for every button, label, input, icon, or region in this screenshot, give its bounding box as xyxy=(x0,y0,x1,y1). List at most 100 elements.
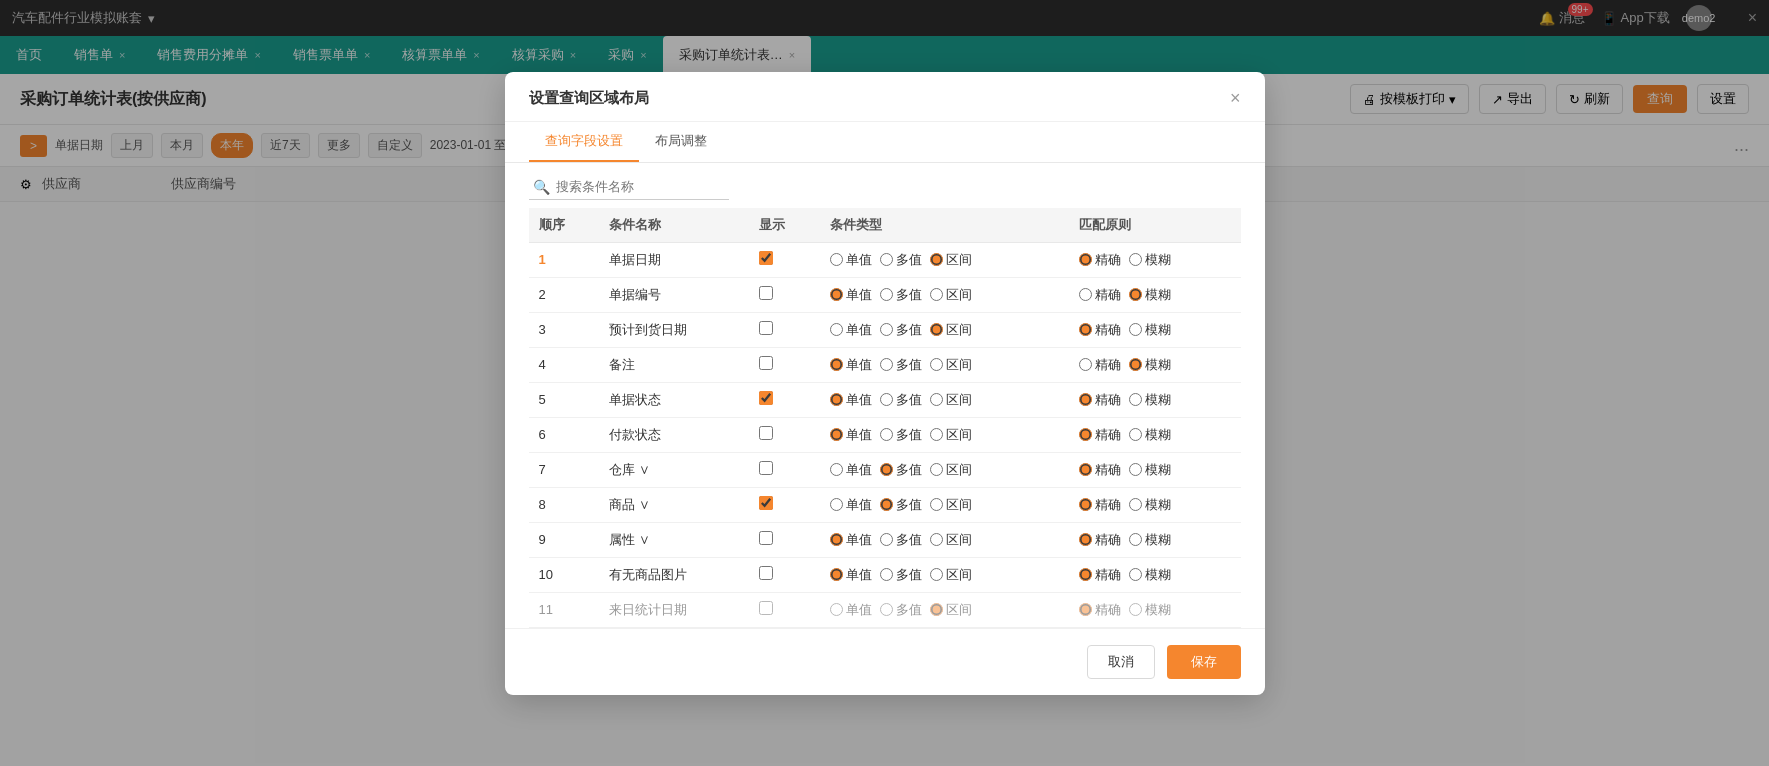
radio-type-单值[interactable]: 单值 xyxy=(830,356,872,374)
radio-type-单值[interactable]: 单值 xyxy=(830,426,872,444)
radio-rule-精确[interactable]: 精确 xyxy=(1079,461,1121,479)
save-button[interactable]: 保存 xyxy=(1167,645,1241,679)
cell-match-rule[interactable]: 精确模糊 xyxy=(1069,487,1241,522)
cell-condition-type[interactable]: 单值多值区间 xyxy=(820,487,1069,522)
display-checkbox[interactable] xyxy=(759,566,773,580)
cell-display[interactable] xyxy=(749,382,820,417)
radio-rule-模糊[interactable]: 模糊 xyxy=(1129,391,1171,409)
cell-match-rule[interactable]: 精确模糊 xyxy=(1069,242,1241,277)
cell-match-rule[interactable]: 精确模糊 xyxy=(1069,312,1241,347)
search-box[interactable]: 🔍 xyxy=(529,175,729,200)
cell-display[interactable] xyxy=(749,242,820,277)
cell-match-rule[interactable]: 精确模糊 xyxy=(1069,417,1241,452)
cell-match-rule[interactable]: 精确模糊 xyxy=(1069,382,1241,417)
display-checkbox[interactable] xyxy=(759,426,773,440)
radio-type-单值[interactable]: 单值 xyxy=(830,321,872,339)
radio-type-多值[interactable]: 多值 xyxy=(880,251,922,269)
cell-display[interactable] xyxy=(749,417,820,452)
cell-display[interactable] xyxy=(749,592,820,627)
radio-type-单值[interactable]: 单值 xyxy=(830,496,872,514)
cell-condition-type[interactable]: 单值多值区间 xyxy=(820,417,1069,452)
radio-type-单值[interactable]: 单值 xyxy=(830,531,872,549)
radio-rule-精确[interactable]: 精确 xyxy=(1079,356,1121,374)
display-checkbox[interactable] xyxy=(759,391,773,405)
radio-rule-模糊[interactable]: 模糊 xyxy=(1129,566,1171,584)
radio-rule-精确[interactable]: 精确 xyxy=(1079,601,1121,619)
cell-display[interactable] xyxy=(749,487,820,522)
radio-rule-模糊[interactable]: 模糊 xyxy=(1129,356,1171,374)
cell-condition-type[interactable]: 单值多值区间 xyxy=(820,242,1069,277)
cell-condition-type[interactable]: 单值多值区间 xyxy=(820,382,1069,417)
display-checkbox[interactable] xyxy=(759,531,773,545)
radio-type-区间[interactable]: 区间 xyxy=(930,321,972,339)
cell-condition-type[interactable]: 单值多值区间 xyxy=(820,592,1069,627)
tab-layout-adjust[interactable]: 布局调整 xyxy=(639,122,723,162)
radio-rule-精确[interactable]: 精确 xyxy=(1079,251,1121,269)
radio-type-区间[interactable]: 区间 xyxy=(930,286,972,304)
radio-type-区间[interactable]: 区间 xyxy=(930,566,972,584)
radio-type-单值[interactable]: 单值 xyxy=(830,566,872,584)
radio-type-多值[interactable]: 多值 xyxy=(880,461,922,479)
cell-condition-type[interactable]: 单值多值区间 xyxy=(820,452,1069,487)
cell-display[interactable] xyxy=(749,557,820,592)
radio-rule-精确[interactable]: 精确 xyxy=(1079,391,1121,409)
cell-match-rule[interactable]: 精确模糊 xyxy=(1069,277,1241,312)
display-checkbox[interactable] xyxy=(759,601,773,615)
radio-rule-精确[interactable]: 精确 xyxy=(1079,566,1121,584)
display-checkbox[interactable] xyxy=(759,461,773,475)
search-input[interactable] xyxy=(556,179,716,194)
radio-type-多值[interactable]: 多值 xyxy=(880,286,922,304)
cell-condition-type[interactable]: 单值多值区间 xyxy=(820,347,1069,382)
radio-rule-模糊[interactable]: 模糊 xyxy=(1129,531,1171,549)
radio-type-多值[interactable]: 多值 xyxy=(880,356,922,374)
radio-type-多值[interactable]: 多值 xyxy=(880,426,922,444)
radio-rule-模糊[interactable]: 模糊 xyxy=(1129,286,1171,304)
radio-rule-精确[interactable]: 精确 xyxy=(1079,496,1121,514)
radio-rule-精确[interactable]: 精确 xyxy=(1079,426,1121,444)
radio-rule-精确[interactable]: 精确 xyxy=(1079,321,1121,339)
radio-type-区间[interactable]: 区间 xyxy=(930,426,972,444)
radio-rule-精确[interactable]: 精确 xyxy=(1079,531,1121,549)
radio-rule-模糊[interactable]: 模糊 xyxy=(1129,601,1171,619)
cell-condition-type[interactable]: 单值多值区间 xyxy=(820,277,1069,312)
display-checkbox[interactable] xyxy=(759,496,773,510)
cell-match-rule[interactable]: 精确模糊 xyxy=(1069,557,1241,592)
radio-type-多值[interactable]: 多值 xyxy=(880,531,922,549)
radio-type-单值[interactable]: 单值 xyxy=(830,251,872,269)
radio-type-多值[interactable]: 多值 xyxy=(880,601,922,619)
radio-rule-模糊[interactable]: 模糊 xyxy=(1129,426,1171,444)
display-checkbox[interactable] xyxy=(759,321,773,335)
cell-match-rule[interactable]: 精确模糊 xyxy=(1069,347,1241,382)
radio-type-多值[interactable]: 多值 xyxy=(880,321,922,339)
cell-display[interactable] xyxy=(749,347,820,382)
cell-display[interactable] xyxy=(749,277,820,312)
cell-display[interactable] xyxy=(749,452,820,487)
cell-condition-type[interactable]: 单值多值区间 xyxy=(820,312,1069,347)
radio-type-多值[interactable]: 多值 xyxy=(880,496,922,514)
display-checkbox[interactable] xyxy=(759,251,773,265)
radio-type-单值[interactable]: 单值 xyxy=(830,461,872,479)
cell-match-rule[interactable]: 精确模糊 xyxy=(1069,452,1241,487)
radio-type-区间[interactable]: 区间 xyxy=(930,391,972,409)
tab-query-fields[interactable]: 查询字段设置 xyxy=(529,122,639,162)
radio-type-区间[interactable]: 区间 xyxy=(930,461,972,479)
radio-rule-模糊[interactable]: 模糊 xyxy=(1129,496,1171,514)
modal-close-button[interactable]: × xyxy=(1230,88,1241,109)
radio-type-区间[interactable]: 区间 xyxy=(930,356,972,374)
radio-rule-精确[interactable]: 精确 xyxy=(1079,286,1121,304)
display-checkbox[interactable] xyxy=(759,286,773,300)
radio-type-区间[interactable]: 区间 xyxy=(930,531,972,549)
radio-type-区间[interactable]: 区间 xyxy=(930,496,972,514)
radio-type-单值[interactable]: 单值 xyxy=(830,601,872,619)
cell-display[interactable] xyxy=(749,312,820,347)
radio-type-区间[interactable]: 区间 xyxy=(930,601,972,619)
radio-type-单值[interactable]: 单值 xyxy=(830,286,872,304)
radio-type-单值[interactable]: 单值 xyxy=(830,391,872,409)
cancel-button[interactable]: 取消 xyxy=(1087,645,1155,679)
cell-match-rule[interactable]: 精确模糊 xyxy=(1069,522,1241,557)
cell-condition-type[interactable]: 单值多值区间 xyxy=(820,522,1069,557)
radio-rule-模糊[interactable]: 模糊 xyxy=(1129,321,1171,339)
radio-type-多值[interactable]: 多值 xyxy=(880,391,922,409)
radio-rule-模糊[interactable]: 模糊 xyxy=(1129,461,1171,479)
cell-match-rule[interactable]: 精确模糊 xyxy=(1069,592,1241,627)
